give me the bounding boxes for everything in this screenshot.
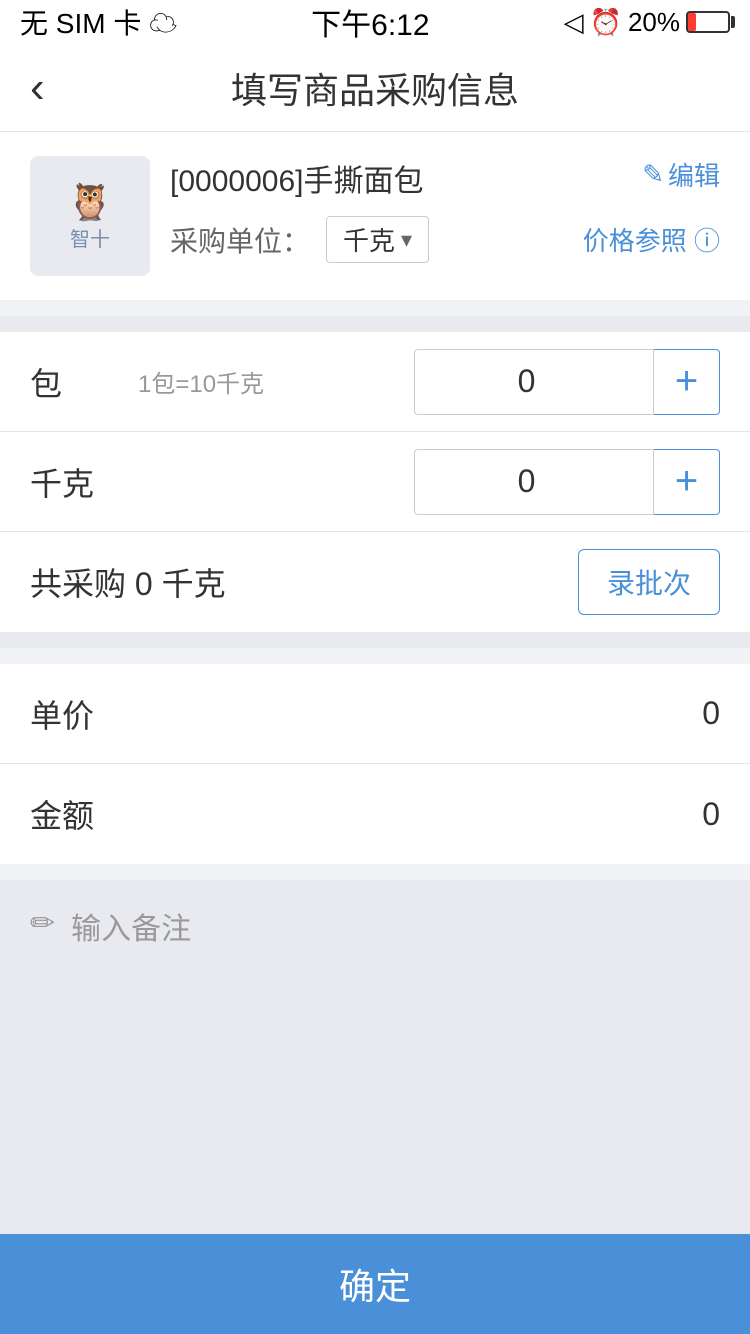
bag-quantity-input[interactable] [414,349,654,415]
product-info: [0000006]手撕面包 ✎ 编辑 采购单位： 千克 ▾ 价格参照 ⓘ [170,156,720,263]
price-ref-label: 价格参照 [583,226,687,256]
quantity-input-section: 包 1包=10千克 + 千克 + [0,332,750,532]
bag-input-wrap: + [414,349,720,415]
product-name: [0000006]手撕面包 [170,156,423,200]
total-label: 共采购 0 千克 [30,559,578,605]
bag-sublabel: 1包=10千克 [138,364,264,399]
unit-price-label: 单价 [30,691,94,737]
sim-status: 无 SIM 卡 ☁ [20,2,177,42]
edit-button[interactable]: ✎ 编辑 [642,156,720,193]
bag-quantity-row: 包 1包=10千克 + [0,332,750,432]
unit-label: 采购单位： [170,220,310,260]
nav-icon: ◁ [564,7,584,38]
status-time: 下午6:12 [311,0,429,44]
battery-fill [688,13,696,31]
kg-input-wrap: + [414,449,720,515]
back-button[interactable]: ‹ [20,53,55,123]
confirm-button[interactable]: 确定 [0,1234,750,1334]
price-reference-button[interactable]: 价格参照 ⓘ [583,221,720,258]
notes-section[interactable]: ✏ 输入备注 [0,880,750,1280]
bag-plus-button[interactable]: + [654,349,720,415]
unit-price-row: 单价 0 [0,664,750,764]
record-batch-button[interactable]: 录批次 [578,549,720,615]
status-left: 无 SIM 卡 ☁ [20,2,177,42]
owl-label: 智十 [70,223,110,252]
unit-price-value: 0 [702,695,720,732]
price-info-section: 单价 0 金额 0 [0,664,750,864]
amount-value: 0 [702,796,720,833]
product-thumbnail: 🦉 智十 [30,156,150,276]
edit-label: 编辑 [668,156,720,193]
pencil-icon: ✏ [30,906,55,941]
battery-pct: 20% [628,7,680,38]
battery-bar [686,11,730,33]
bag-label: 包 [30,359,130,405]
section-divider-1 [0,316,750,332]
amount-row: 金额 0 [0,764,750,864]
nav-bar: ‹ 填写商品采购信息 [0,44,750,132]
edit-icon: ✎ [642,159,664,190]
owl-eyes-icon: 🦉 [68,181,113,223]
unit-selector[interactable]: 千克 ▾ [326,216,429,263]
unit-value: 千克 [343,221,395,258]
page-title: 填写商品采购信息 [231,62,519,114]
section-divider-2 [0,632,750,648]
kg-quantity-row: 千克 + [0,432,750,532]
kg-label: 千克 [30,459,130,505]
status-bar: 无 SIM 卡 ☁ 下午6:12 ◁ ⏰ 20% [0,0,750,44]
status-right: ◁ ⏰ 20% [564,7,730,38]
dropdown-arrow-icon: ▾ [401,227,412,253]
amount-label: 金额 [30,791,94,837]
unit-row: 采购单位： 千克 ▾ [170,216,429,263]
kg-plus-button[interactable]: + [654,449,720,515]
notes-placeholder: 输入备注 [71,904,191,948]
total-row: 共采购 0 千克 录批次 [0,532,750,632]
kg-quantity-input[interactable] [414,449,654,515]
price-ref-help-icon: ⓘ [694,226,720,256]
alarm-icon: ⏰ [590,7,622,38]
product-card: 🦉 智十 [0000006]手撕面包 ✎ 编辑 采购单位： 千克 ▾ 价格参照 … [0,132,750,300]
